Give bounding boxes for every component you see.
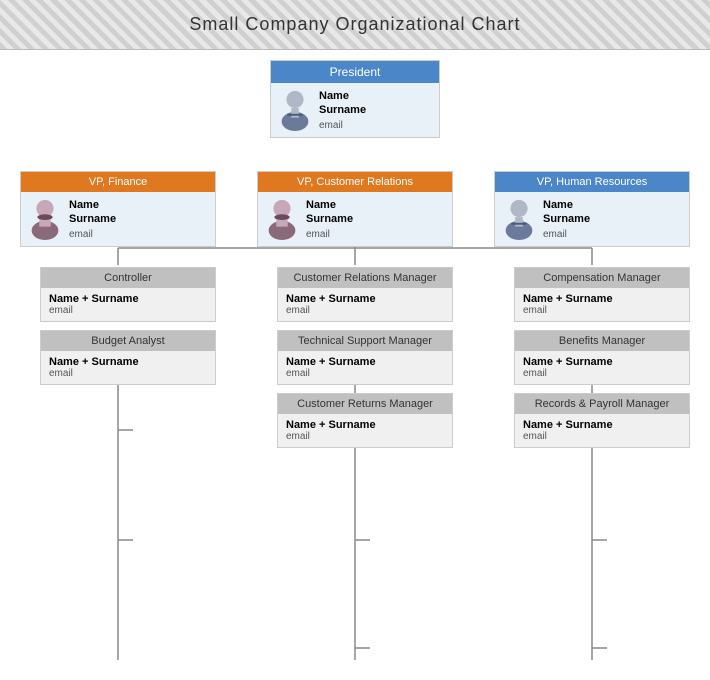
budget-analyst-box: Budget Analyst Name + Surname email (40, 330, 216, 385)
cr-manager-box: Customer Relations Manager Name + Surnam… (277, 267, 453, 322)
president-email: email (319, 120, 366, 131)
cr-manager-header: Customer Relations Manager (278, 268, 452, 288)
vp-finance-header: VP, Finance (21, 172, 215, 192)
finance-managers: Controller Name + Surname email Budget A… (20, 267, 216, 385)
president-level: President Name Surname email (10, 60, 700, 138)
tech-support-email: email (286, 368, 444, 379)
vp-finance-avatar (27, 198, 63, 240)
vp-hr-name: Name (543, 198, 590, 212)
vp-hr-surname: Surname (543, 212, 590, 226)
vp-hr-avatar (501, 198, 537, 240)
tech-support-box: Technical Support Manager Name + Surname… (277, 330, 453, 385)
vp-cr-name: Name (306, 198, 353, 212)
customer-returns-name: Name + Surname (286, 419, 444, 431)
vp-cr-avatar (264, 198, 300, 240)
vp-hr-box: VP, Human Resources Name Surname email (494, 171, 690, 247)
customer-returns-header: Customer Returns Manager (278, 394, 452, 414)
customer-returns-box: Customer Returns Manager Name + Surname … (277, 393, 453, 448)
compensation-box: Compensation Manager Name + Surname emai… (514, 267, 690, 322)
budget-analyst-header: Budget Analyst (41, 331, 215, 351)
managers-level: Controller Name + Surname email Budget A… (20, 267, 690, 448)
controller-email: email (49, 305, 207, 316)
customer-returns-email: email (286, 431, 444, 442)
president-surname: Surname (319, 103, 366, 117)
president-box: President Name Surname email (270, 60, 440, 138)
vp-cr-surname: Surname (306, 212, 353, 226)
cr-manager-name: Name + Surname (286, 293, 444, 305)
tech-support-header: Technical Support Manager (278, 331, 452, 351)
controller-header: Controller (41, 268, 215, 288)
budget-analyst-name: Name + Surname (49, 356, 207, 368)
benefits-email: email (523, 368, 681, 379)
chart-title: Small Company Organizational Chart (0, 0, 710, 50)
vp-cr-box: VP, Customer Relations Name Surname emai… (257, 171, 453, 247)
budget-analyst-email: email (49, 368, 207, 379)
benefits-header: Benefits Manager (515, 331, 689, 351)
president-header: President (271, 61, 439, 83)
chart-container: Small Company Organizational Chart (0, 0, 710, 630)
hr-managers: Compensation Manager Name + Surname emai… (494, 267, 690, 448)
records-payroll-header: Records & Payroll Manager (515, 394, 689, 414)
vp-finance-surname: Surname (69, 212, 116, 226)
records-payroll-name: Name + Surname (523, 419, 681, 431)
vp-finance-name: Name (69, 198, 116, 212)
president-name: Name (319, 89, 366, 103)
cr-manager-email: email (286, 305, 444, 316)
controller-name: Name + Surname (49, 293, 207, 305)
compensation-email: email (523, 305, 681, 316)
president-avatar (277, 89, 313, 131)
records-payroll-box: Records & Payroll Manager Name + Surname… (514, 393, 690, 448)
records-payroll-email: email (523, 431, 681, 442)
tech-support-name: Name + Surname (286, 356, 444, 368)
vp-hr-email: email (543, 229, 590, 240)
benefits-box: Benefits Manager Name + Surname email (514, 330, 690, 385)
vp-hr-header: VP, Human Resources (495, 172, 689, 192)
compensation-name: Name + Surname (523, 293, 681, 305)
vp-level: VP, Finance Name Surname email (20, 171, 690, 247)
vp-finance-box: VP, Finance Name Surname email (20, 171, 216, 247)
cr-managers: Customer Relations Manager Name + Surnam… (257, 267, 453, 448)
vp-cr-header: VP, Customer Relations (258, 172, 452, 192)
vp-cr-email: email (306, 229, 353, 240)
compensation-header: Compensation Manager (515, 268, 689, 288)
controller-box: Controller Name + Surname email (40, 267, 216, 322)
vp-finance-email: email (69, 229, 116, 240)
benefits-name: Name + Surname (523, 356, 681, 368)
